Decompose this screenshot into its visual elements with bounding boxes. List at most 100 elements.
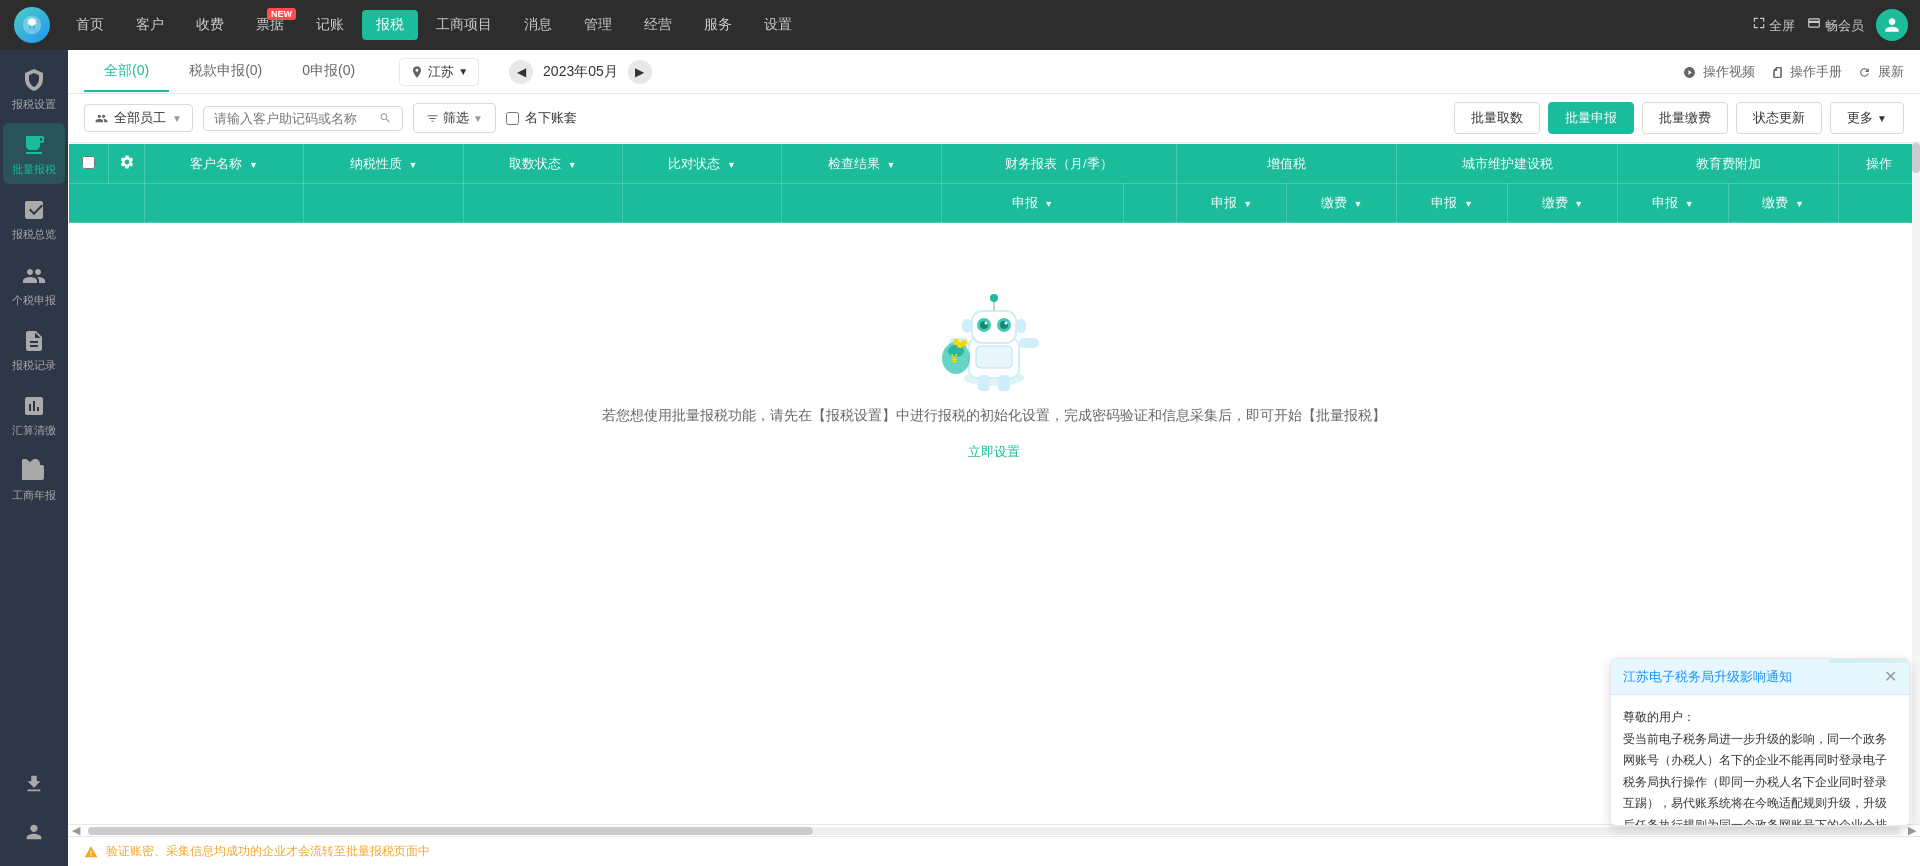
compare-status-header[interactable]: 比对状态: [623, 144, 782, 184]
employee-select-label: 全部员工: [114, 109, 166, 127]
svg-rect-3: [976, 346, 1012, 368]
nav-management[interactable]: 管理: [570, 10, 626, 40]
sidebar-item-annual-report[interactable]: 工商年报: [3, 449, 65, 510]
tab-all[interactable]: 全部(0): [84, 52, 169, 92]
sidebar-item-tax-settings[interactable]: 报税设置: [3, 58, 65, 119]
data-table: 客户名称 纳税性质 取数状态: [68, 143, 1920, 521]
sidebar-item-tax-records[interactable]: 报税记录: [3, 319, 65, 380]
sort-sub-icon: [1461, 195, 1473, 210]
vat-declare-sub[interactable]: 申报: [1176, 184, 1286, 223]
tab-bar-right: 操作视频 操作手册 展新: [1683, 63, 1904, 81]
bottom-bar-text: 验证账密、采集信息均成功的企业才会流转至批量报税页面中: [106, 843, 430, 860]
sidebar-item-personal-tax[interactable]: 个税申报: [3, 254, 65, 315]
edu-pay-sub[interactable]: 缴费: [1728, 184, 1838, 223]
status-update-btn[interactable]: 状态更新: [1736, 102, 1822, 134]
svg-point-10: [1005, 322, 1008, 325]
download-icon: [20, 770, 48, 798]
sidebar-label-tax-settings: 报税设置: [12, 98, 56, 111]
member-btn[interactable]: 畅会员: [1807, 16, 1864, 35]
robot-illustration: ¥: [934, 283, 1054, 403]
setup-link[interactable]: 立即设置: [968, 443, 1020, 461]
settings-header[interactable]: [109, 144, 145, 184]
vertical-scrollbar[interactable]: [1912, 143, 1920, 824]
sort-sub-icon: [1571, 195, 1583, 210]
sidebar-label-annual-report: 工商年报: [12, 489, 56, 502]
sidebar-item-tax-overview[interactable]: 报税总览: [3, 188, 65, 249]
batch-pay-btn[interactable]: 批量缴费: [1642, 102, 1728, 134]
search-input[interactable]: [214, 111, 373, 126]
batch-fetch-btn[interactable]: 批量取数: [1454, 102, 1540, 134]
scroll-track[interactable]: [88, 827, 1900, 835]
sidebar-item-annual-settlement[interactable]: 汇算清缴: [3, 384, 65, 445]
fetch-status-header[interactable]: 取数状态: [463, 144, 622, 184]
filter-label: 筛选: [443, 109, 469, 127]
tab-tax-declare[interactable]: 税款申报(0): [169, 52, 282, 92]
notification-header: 江苏电子税务局升级影响通知 ✕: [1611, 659, 1909, 695]
tax-type-header[interactable]: 纳税性质: [304, 144, 463, 184]
svg-rect-24: [998, 375, 1010, 391]
filter-btn[interactable]: 筛选 ▼: [413, 103, 496, 133]
financial-declare-sub[interactable]: 申报: [941, 184, 1123, 223]
nav-fee[interactable]: 收费: [182, 10, 238, 40]
search-icon[interactable]: [379, 111, 392, 125]
employee-select[interactable]: 全部员工 ▼: [84, 104, 193, 132]
more-btn[interactable]: 更多 ▼: [1830, 102, 1904, 134]
select-all-checkbox[interactable]: [82, 156, 95, 169]
vat-pay-sub[interactable]: 缴费: [1287, 184, 1397, 223]
nav-service[interactable]: 服务: [690, 10, 746, 40]
edu-declare-sub[interactable]: 申报: [1618, 184, 1728, 223]
tab-zero-declare[interactable]: 0申报(0): [282, 52, 375, 92]
empty-state-text: 若您想使用批量报税功能，请先在【报税设置】中进行报税的初始化设置，完成密码验证和…: [602, 403, 1386, 428]
app-logo[interactable]: [12, 5, 52, 45]
prev-month-btn[interactable]: ◀: [509, 60, 533, 84]
svg-point-0: [29, 20, 35, 26]
batch-declare-btn[interactable]: 批量申报: [1548, 102, 1634, 134]
nav-customer[interactable]: 客户: [122, 10, 178, 40]
financial-report-header: 财务报表（月/季）: [941, 144, 1176, 184]
action-header: 操作: [1838, 144, 1919, 184]
top-nav: 首页 客户 收费 票据 NEW 记账 报税 工商项目 消息 管理 经营 服务 设…: [0, 0, 1920, 50]
video-btn[interactable]: 操作视频: [1683, 63, 1755, 81]
city-declare-sub[interactable]: 申报: [1397, 184, 1507, 223]
vertical-scroll-thumb[interactable]: [1912, 143, 1920, 173]
same-account-input[interactable]: [506, 112, 519, 125]
customer-name-header[interactable]: 客户名称: [145, 144, 304, 184]
city-pay-sub[interactable]: 缴费: [1507, 184, 1617, 223]
notification-close-btn[interactable]: ✕: [1884, 667, 1897, 686]
sort-icon: [883, 156, 895, 171]
user-icon: [20, 818, 48, 846]
scroll-thumb[interactable]: [88, 827, 813, 835]
region-selector[interactable]: 江苏 ▼: [399, 58, 479, 86]
nav-tax[interactable]: 报税: [362, 10, 418, 40]
check-result-header[interactable]: 检查结果: [782, 144, 941, 184]
nav-settings[interactable]: 设置: [750, 10, 806, 40]
next-month-btn[interactable]: ▶: [628, 60, 652, 84]
svg-rect-13: [962, 319, 972, 333]
sort-icon: [246, 156, 258, 171]
nav-accounting[interactable]: 记账: [302, 10, 358, 40]
month-nav: ◀ 2023年05月 ▶: [509, 60, 652, 84]
sidebar-item-download[interactable]: [3, 762, 65, 806]
sort-sub-icon: [1240, 195, 1252, 210]
employee-chevron-icon: ▼: [172, 113, 182, 124]
top-nav-right: 全屏 畅会员: [1752, 9, 1908, 41]
sidebar-item-user[interactable]: [3, 810, 65, 854]
nav-message[interactable]: 消息: [510, 10, 566, 40]
notification-title: 江苏电子税务局升级影响通知: [1623, 668, 1792, 686]
sort-sub-icon: [1792, 195, 1804, 210]
nav-operation[interactable]: 经营: [630, 10, 686, 40]
sidebar-item-batch-tax[interactable]: 批量报税: [3, 123, 65, 184]
manual-btn[interactable]: 操作手册: [1771, 63, 1843, 81]
same-account-checkbox[interactable]: 名下账套: [506, 109, 577, 127]
checkbox-header[interactable]: [69, 144, 109, 184]
nav-home[interactable]: 首页: [62, 10, 118, 40]
sidebar-bottom: [3, 762, 65, 866]
fullscreen-btn[interactable]: 全屏: [1752, 16, 1796, 35]
refresh-btn[interactable]: 展新: [1858, 63, 1904, 81]
annual-settlement-icon: [20, 392, 48, 420]
batch-tax-icon: [20, 131, 48, 159]
bottom-bar: 验证账密、采集信息均成功的企业才会流转至批量报税页面中: [68, 836, 1920, 866]
nav-business[interactable]: 工商项目: [422, 10, 506, 40]
nav-ticket[interactable]: 票据 NEW: [242, 10, 298, 40]
user-avatar[interactable]: [1876, 9, 1908, 41]
